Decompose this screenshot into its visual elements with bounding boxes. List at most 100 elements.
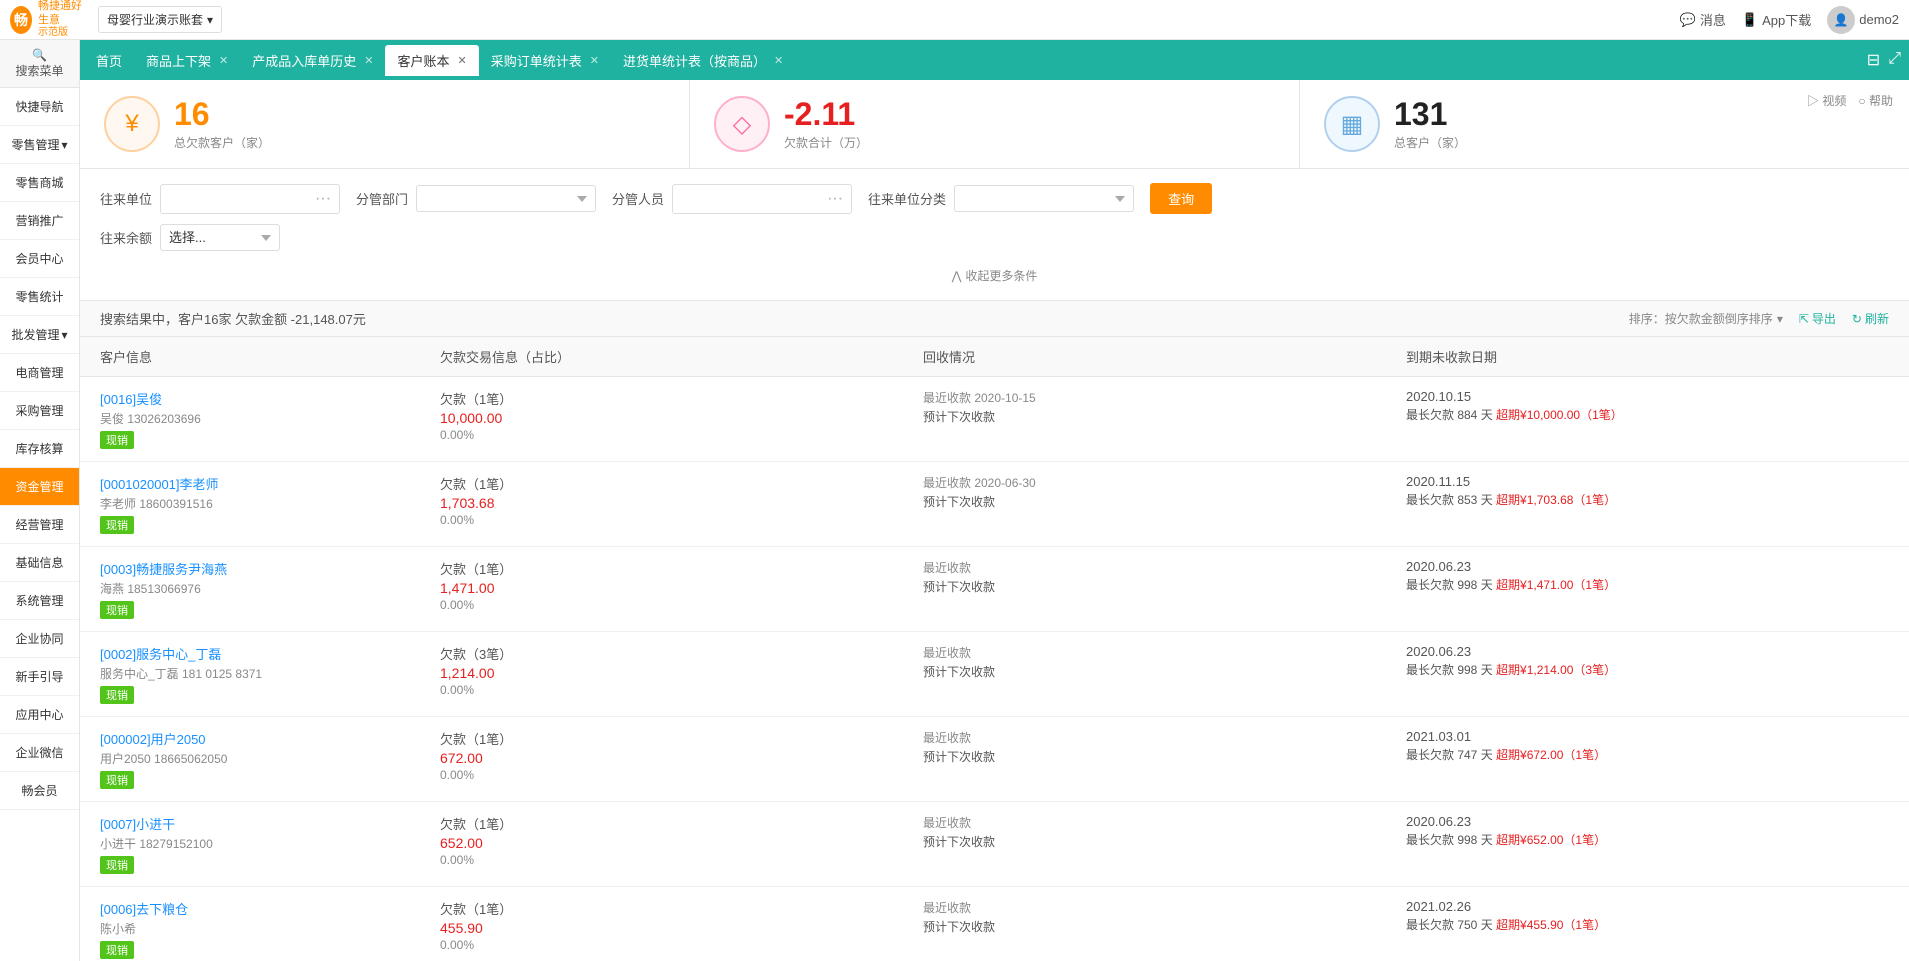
- partner-search-input[interactable]: [169, 191, 315, 206]
- tab-close-icon[interactable]: ✕: [219, 54, 228, 67]
- search-button[interactable]: 查询: [1150, 183, 1212, 214]
- debt-info-cell: 欠款（1笔） 652.00 0.00%: [440, 814, 923, 867]
- filter-group-partner: 往来单位 ···: [100, 184, 340, 214]
- sidebar-item-retail-management[interactable]: 零售管理 ▾: [0, 126, 79, 164]
- partner-input[interactable]: ···: [160, 184, 340, 214]
- sidebar-item-retail-mall[interactable]: 零售商城: [0, 164, 79, 202]
- filter-group-balance: 往来余额 选择...: [100, 224, 280, 251]
- tab-close-icon[interactable]: ✕: [590, 54, 599, 67]
- customer-name-link[interactable]: [0006]去下粮仓: [100, 902, 188, 917]
- customer-name-link[interactable]: [0001020001]李老师: [100, 477, 219, 492]
- messages-button[interactable]: 💬 消息: [1680, 10, 1726, 29]
- sidebar-item-quick-nav[interactable]: 快捷导航: [0, 88, 79, 126]
- sidebar: 🔍 搜索菜单 快捷导航 零售管理 ▾ 零售商城 营销推广 会员中心 零售统计: [0, 40, 80, 961]
- sidebar-search[interactable]: 🔍 搜索菜单: [0, 40, 79, 88]
- person-dots-icon[interactable]: ···: [827, 190, 843, 208]
- tab-home[interactable]: 首页: [84, 45, 134, 76]
- stat-value-debt-total: -2.11: [784, 98, 868, 130]
- store-selector[interactable]: 母婴行业演示账套 ▾: [98, 6, 222, 33]
- refresh-button[interactable]: ↻ 刷新: [1852, 310, 1889, 327]
- content-area: 首页 商品上下架 ✕ 产成品入库单历史 ✕ 客户账本 ✕ 采购订单统计表 ✕: [80, 40, 1909, 961]
- tabs-right-actions: ⊟ ⤢: [1867, 50, 1905, 70]
- customer-info-cell: [0007]小进干 小进干 18279152100 现销: [100, 814, 440, 874]
- partner-dots-icon[interactable]: ···: [315, 190, 331, 208]
- customer-name-link[interactable]: [0007]小进干: [100, 817, 175, 832]
- sidebar-item-retail-stats[interactable]: 零售统计: [0, 278, 79, 316]
- filter-group-category: 往来单位分类: [868, 185, 1134, 212]
- person-input[interactable]: ···: [672, 184, 852, 214]
- sidebar-item-marketing[interactable]: 营销推广: [0, 202, 79, 240]
- table-row: [000002]用户2050 用户2050 18665062050 现销 欠款（…: [80, 717, 1909, 802]
- sidebar-item-inventory[interactable]: 库存核算: [0, 430, 79, 468]
- customer-name-link[interactable]: [0016]吴俊: [100, 392, 162, 407]
- recovery-cell: 最近收款 预计下次收款: [923, 644, 1406, 680]
- recovery-cell: 最近收款 预计下次收款: [923, 559, 1406, 595]
- customer-info-cell: [0003]畅捷服务尹海燕 海燕 18513066976 现销: [100, 559, 440, 619]
- recovery-cell: 最近收款 预计下次收款: [923, 814, 1406, 850]
- chevron-down-icon: ▾: [207, 13, 213, 27]
- collapse-up-icon: ⋀: [952, 269, 962, 283]
- sidebar-item-ecommerce[interactable]: 电商管理: [0, 354, 79, 392]
- tab-customer-ledger[interactable]: 客户账本 ✕: [385, 45, 478, 76]
- tab-goods-stats[interactable]: 进货单统计表（按商品） ✕: [611, 45, 795, 76]
- tab-close-icon[interactable]: ✕: [364, 54, 373, 67]
- logo-area: 畅 畅捷通好生意 示范版: [10, 0, 90, 38]
- sidebar-item-system[interactable]: 系统管理: [0, 582, 79, 620]
- user-menu[interactable]: 👤 demo2: [1827, 6, 1899, 34]
- balance-select[interactable]: 选择...: [160, 224, 280, 251]
- filter-row-1: 往来单位 ··· 分管部门: [100, 183, 1889, 214]
- collapse-tabs-icon[interactable]: ⊟: [1867, 50, 1880, 70]
- fullscreen-icon[interactable]: ⤢: [1888, 50, 1901, 70]
- customer-name-link[interactable]: [0003]畅捷服务尹海燕: [100, 562, 227, 577]
- export-icon: ⇱: [1799, 312, 1809, 326]
- sort-selector[interactable]: 排序：按欠款金额倒序排序 ▾: [1629, 310, 1783, 327]
- sidebar-item-operations[interactable]: 经营管理: [0, 506, 79, 544]
- stat-value-debt-customers: 16: [174, 98, 270, 130]
- video-icon: ▷: [1807, 94, 1819, 108]
- sidebar-item-member-center[interactable]: 会员中心: [0, 240, 79, 278]
- sidebar-item-wechat-work[interactable]: 企业微信: [0, 734, 79, 772]
- customer-name-link[interactable]: [0002]服务中心_丁磊: [100, 647, 221, 662]
- stat-card-debt-total: ◇ -2.11 欠款合计（万）: [690, 80, 1300, 168]
- dept-select[interactable]: [416, 185, 596, 212]
- table-container: 客户信息 欠款交易信息（占比） 回收情况 到期未收款日期 [0016]吴俊 吴俊…: [80, 337, 1909, 961]
- customer-info-cell: [0006]去下粮仓 陈小希 现销: [100, 899, 440, 959]
- sidebar-item-finance[interactable]: 资金管理: [0, 468, 79, 506]
- customer-info-cell: [0001020001]李老师 李老师 18600391516 现销: [100, 474, 440, 534]
- app-download-button[interactable]: 📱 App下载: [1742, 10, 1811, 29]
- export-button[interactable]: ⇱ 导出: [1799, 310, 1836, 327]
- category-select[interactable]: [954, 185, 1134, 212]
- tab-purchase-order[interactable]: 采购订单统计表 ✕: [479, 45, 611, 76]
- video-help-button[interactable]: ▷ 视频: [1807, 92, 1846, 109]
- mobile-icon: 📱: [1742, 12, 1758, 28]
- filter-group-person: 分管人员 ···: [612, 184, 852, 214]
- sidebar-item-enterprise-collab[interactable]: 企业协同: [0, 620, 79, 658]
- filter-group-dept: 分管部门: [356, 185, 596, 212]
- sidebar-item-member[interactable]: 畅会员: [0, 772, 79, 810]
- debt-info-cell: 欠款（3笔） 1,214.00 0.00%: [440, 644, 923, 697]
- message-icon: 💬: [1680, 12, 1696, 28]
- sidebar-item-purchase[interactable]: 采购管理: [0, 392, 79, 430]
- filter-area: 往来单位 ··· 分管部门: [80, 169, 1909, 301]
- logo-text: 畅捷通好生意 示范版: [38, 0, 90, 38]
- tab-close-icon[interactable]: ✕: [774, 54, 783, 67]
- header-right: 💬 消息 📱 App下载 👤 demo2: [1680, 6, 1899, 34]
- sidebar-item-wholesale[interactable]: 批发管理 ▾: [0, 316, 79, 354]
- sidebar-item-newbie[interactable]: 新手引导: [0, 658, 79, 696]
- sidebar-item-apps[interactable]: 应用中心: [0, 696, 79, 734]
- stat-card-total-customers: ▷ 视频 ○ 帮助 ▦ 131 总客户（家）: [1300, 80, 1909, 168]
- chevron-down-icon: ▾: [61, 328, 67, 342]
- person-search-input[interactable]: [681, 191, 827, 206]
- search-icon: 🔍: [32, 48, 47, 62]
- table-row: [0003]畅捷服务尹海燕 海燕 18513066976 现销 欠款（1笔） 1…: [80, 547, 1909, 632]
- customer-name-link[interactable]: [000002]用户2050: [100, 732, 206, 747]
- due-date-cell: 2020.06.23 最长欠款 998 天 超期¥1,214.00（3笔）: [1406, 644, 1889, 678]
- sidebar-item-basic-info[interactable]: 基础信息: [0, 544, 79, 582]
- tab-product-listing[interactable]: 商品上下架 ✕: [134, 45, 240, 76]
- collapse-row[interactable]: ⋀ 收起更多条件: [100, 261, 1889, 290]
- help-button[interactable]: ○ 帮助: [1858, 92, 1893, 109]
- debt-info-cell: 欠款（1笔） 1,471.00 0.00%: [440, 559, 923, 612]
- help-icon: ○: [1858, 94, 1865, 108]
- tab-finished-goods[interactable]: 产成品入库单历史 ✕: [240, 45, 385, 76]
- tab-close-icon[interactable]: ✕: [458, 54, 467, 67]
